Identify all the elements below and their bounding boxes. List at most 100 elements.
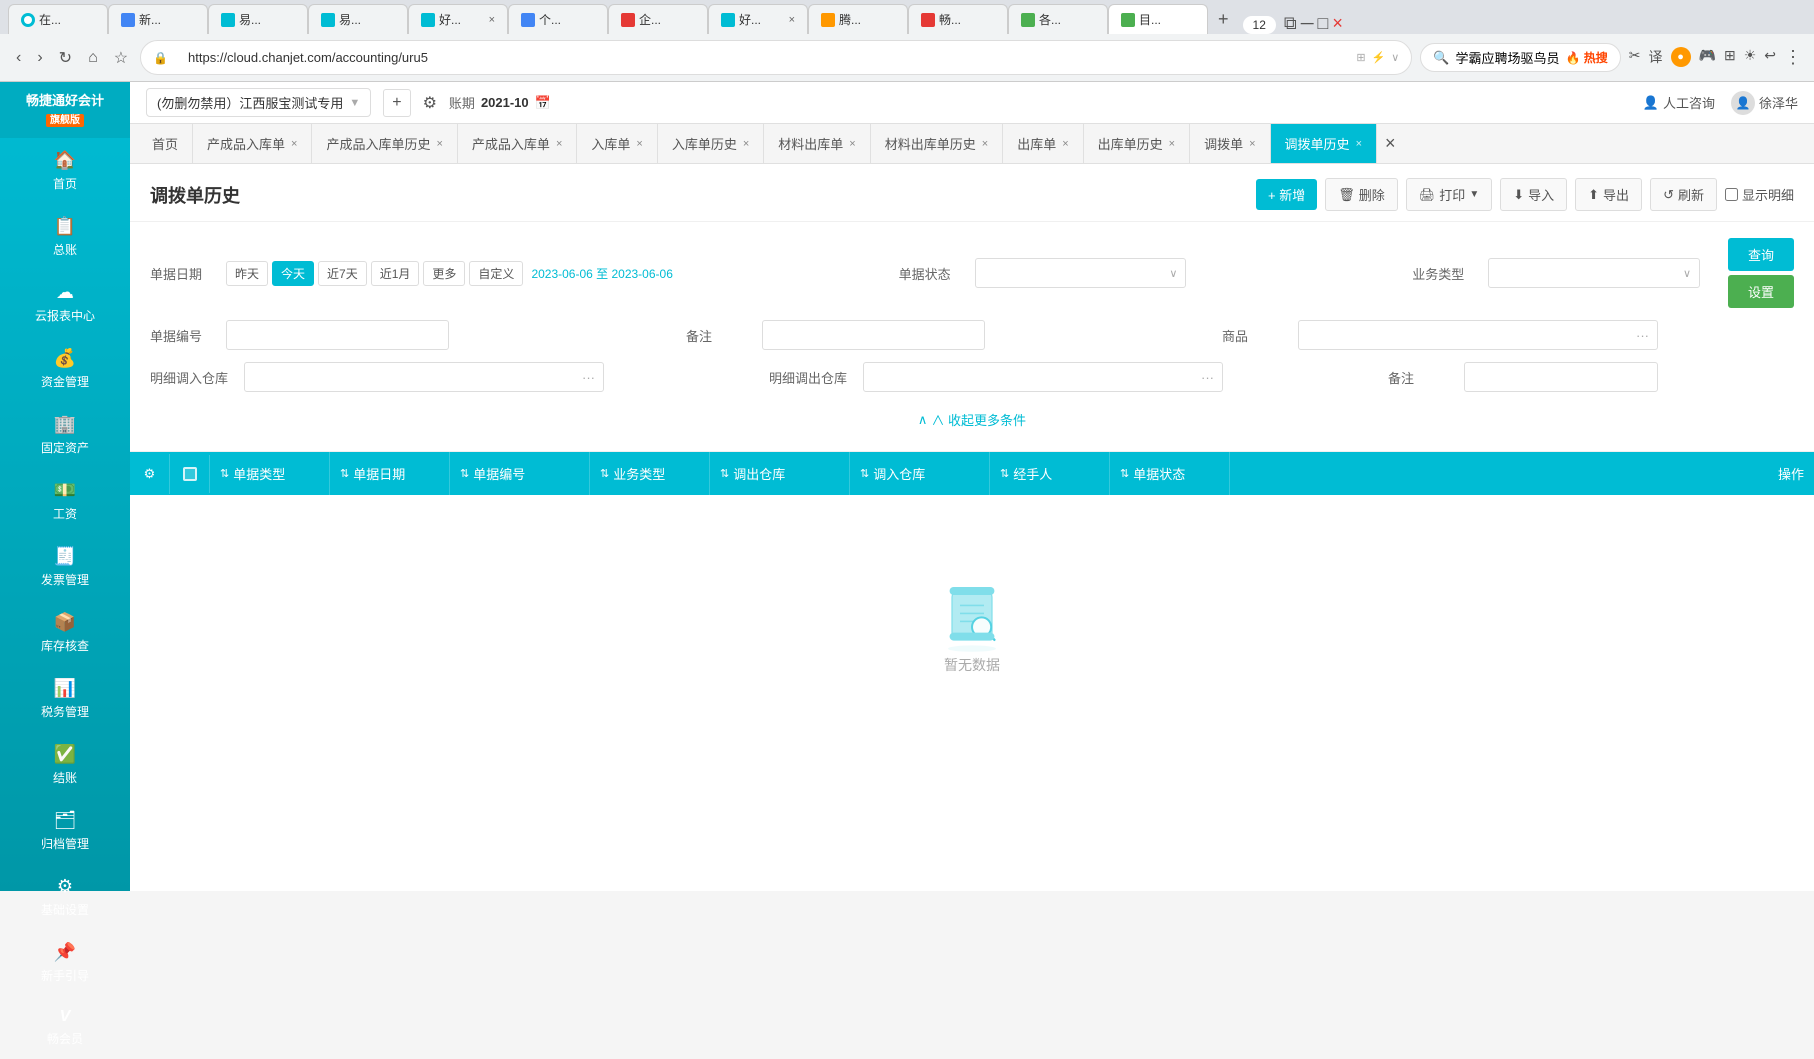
browser-tab-6[interactable]: 个...	[508, 4, 608, 34]
sidebar-item-tax[interactable]: 📊 税务管理	[0, 666, 130, 732]
th-gear[interactable]: ⚙	[130, 454, 170, 494]
add-company-button[interactable]: +	[383, 89, 410, 117]
page-tab-products-in-history-close[interactable]: ×	[436, 138, 442, 150]
sidebar-item-inventory[interactable]: 📦 库存核查	[0, 600, 130, 666]
sidebar-item-salary[interactable]: 💵 工资	[0, 468, 130, 534]
import-button[interactable]: ⬇ 导入	[1500, 178, 1567, 211]
window-minimize-button[interactable]: ─	[1301, 13, 1314, 34]
page-tab-products-in2-close[interactable]: ×	[556, 138, 562, 150]
tab-close-8[interactable]: ×	[789, 14, 795, 26]
page-tab-transfer-history-close[interactable]: ×	[1356, 138, 1362, 150]
window-restore-button[interactable]: ⧉	[1284, 13, 1297, 34]
service-label[interactable]: 👤 人工咨询	[1643, 93, 1715, 112]
date-7days-btn[interactable]: 近7天	[318, 261, 367, 286]
refresh-button[interactable]: ↺ 刷新	[1650, 178, 1717, 211]
select-all-checkbox[interactable]	[183, 467, 197, 481]
browser-tab-10[interactable]: 畅...	[908, 4, 1008, 34]
date-yesterday-btn[interactable]: 昨天	[226, 261, 268, 286]
tool-undo[interactable]: ↩	[1764, 47, 1776, 68]
detail-out-filter-input[interactable]: ···	[863, 362, 1223, 392]
export-button[interactable]: ⬆ 导出	[1575, 178, 1642, 211]
sidebar-item-reports[interactable]: ☁ 云报表中心	[0, 270, 130, 336]
period-calendar-icon[interactable]: 📅	[535, 95, 551, 111]
tab-close-all[interactable]: ×	[1385, 133, 1396, 154]
date-more-btn[interactable]: 更多	[423, 261, 465, 286]
sidebar-item-ledger[interactable]: 📋 总账	[0, 204, 130, 270]
sidebar-item-assets[interactable]: 🏢 固定资产	[0, 402, 130, 468]
browser-tab-11[interactable]: 各...	[1008, 4, 1108, 34]
page-tab-products-in2[interactable]: 产成品入库单 ×	[458, 124, 577, 163]
page-tab-material-out-history[interactable]: 材料出库单历史 ×	[871, 124, 1003, 163]
tool-more[interactable]: ⋮	[1784, 47, 1802, 68]
browser-tab-12[interactable]: 目...	[1108, 4, 1208, 34]
tool-scissors[interactable]: ✂	[1629, 47, 1641, 68]
th-checkbox[interactable]	[170, 455, 210, 493]
page-tab-instore-history[interactable]: 入库单历史 ×	[658, 124, 764, 163]
browser-tab-5[interactable]: 好... ×	[408, 4, 508, 34]
query-button[interactable]: 查询	[1728, 238, 1794, 271]
page-tab-transfer-history[interactable]: 调拨单历史 ×	[1271, 124, 1377, 163]
date-1month-btn[interactable]: 近1月	[371, 261, 420, 286]
sidebar-item-invoice[interactable]: 🧾 发票管理	[0, 534, 130, 600]
page-tab-products-in-history[interactable]: 产成品入库单历史 ×	[312, 124, 457, 163]
sidebar-item-closing[interactable]: ✅ 结账	[0, 732, 130, 798]
tab-close-5[interactable]: ×	[489, 14, 495, 26]
page-tab-products-in-close[interactable]: ×	[291, 138, 297, 150]
home-button[interactable]: ⌂	[84, 45, 102, 71]
page-tab-outstore-close[interactable]: ×	[1062, 138, 1068, 150]
sidebar-item-archive[interactable]: 🗂 归档管理	[0, 798, 130, 864]
tab-count-badge[interactable]: 12	[1243, 16, 1276, 34]
reload-button[interactable]: ↻	[55, 44, 76, 72]
page-tab-material-out-history-close[interactable]: ×	[982, 138, 988, 150]
page-tab-transfer[interactable]: 调拨单 ×	[1190, 124, 1270, 163]
remark2-filter-input[interactable]	[1464, 362, 1658, 392]
print-button[interactable]: 🖨 打印 ▼	[1406, 178, 1492, 211]
browser-tab-1[interactable]: 在...	[8, 4, 108, 34]
window-close-button[interactable]: ×	[1332, 13, 1343, 34]
date-today-btn[interactable]: 今天	[272, 261, 314, 286]
settings-button[interactable]: 设置	[1728, 275, 1794, 308]
forward-button[interactable]: ›	[33, 45, 46, 71]
company-selector[interactable]: (勿删勿禁用）江西服宝测试专用 ▼	[146, 88, 371, 117]
page-tab-outstore-history-close[interactable]: ×	[1169, 138, 1175, 150]
date-custom-btn[interactable]: 自定义	[469, 261, 523, 286]
detail-in-filter-input[interactable]: ···	[244, 362, 604, 392]
sidebar-logo[interactable]: 畅捷通好会计 旗舰版	[0, 82, 130, 138]
page-tab-instore-close[interactable]: ×	[636, 138, 642, 150]
status-filter-select[interactable]: ∨	[975, 258, 1187, 288]
page-tab-instore-history-close[interactable]: ×	[743, 138, 749, 150]
sidebar-item-home[interactable]: 🏠 首页	[0, 138, 130, 204]
search-bar[interactable]: 🔍 学霸应聘场驱鸟员 🔥 热搜	[1420, 43, 1620, 72]
user-profile[interactable]: 👤 徐泽华	[1731, 91, 1798, 115]
page-tab-outstore-history[interactable]: 出库单历史 ×	[1084, 124, 1190, 163]
tool-grid[interactable]: ⊞	[1724, 47, 1736, 68]
page-tab-home[interactable]: 首页	[138, 124, 193, 163]
tool-extension1[interactable]: ●	[1671, 47, 1691, 67]
page-tab-material-out[interactable]: 材料出库单 ×	[764, 124, 870, 163]
browser-tab-3[interactable]: 易...	[208, 4, 308, 34]
page-tab-outstore[interactable]: 出库单 ×	[1003, 124, 1083, 163]
tool-translate[interactable]: 译	[1649, 47, 1663, 68]
new-tab-button[interactable]: +	[1208, 5, 1239, 34]
docno-filter-input[interactable]	[226, 320, 449, 350]
tool-brightness[interactable]: ☀	[1744, 47, 1757, 68]
browser-tab-2[interactable]: 新...	[108, 4, 208, 34]
sidebar-item-member[interactable]: V 畅会员	[0, 996, 130, 1059]
browser-tab-4[interactable]: 易...	[308, 4, 408, 34]
sidebar-item-funds[interactable]: 💰 资金管理	[0, 336, 130, 402]
bookmark-button[interactable]: ☆	[110, 44, 132, 72]
new-button[interactable]: + 新增	[1256, 179, 1317, 210]
remark-filter-input[interactable]	[762, 320, 985, 350]
collapse-row[interactable]: ∧ ∧ 收起更多条件	[150, 404, 1794, 435]
biztype-filter-select[interactable]: ∨	[1488, 258, 1700, 288]
company-settings-button[interactable]: ⚙	[423, 93, 437, 113]
browser-tab-7[interactable]: 企...	[608, 4, 708, 34]
address-input[interactable]	[174, 45, 1350, 70]
browser-tab-9[interactable]: 腾...	[808, 4, 908, 34]
page-tab-products-in[interactable]: 产成品入库单 ×	[193, 124, 312, 163]
delete-button[interactable]: 🗑 删除	[1325, 178, 1398, 211]
display-checkbox-input[interactable]	[1725, 188, 1738, 201]
browser-tab-8[interactable]: 好... ×	[708, 4, 808, 34]
back-button[interactable]: ‹	[12, 45, 25, 71]
sidebar-item-guide[interactable]: 📌 新手引导	[0, 930, 130, 996]
